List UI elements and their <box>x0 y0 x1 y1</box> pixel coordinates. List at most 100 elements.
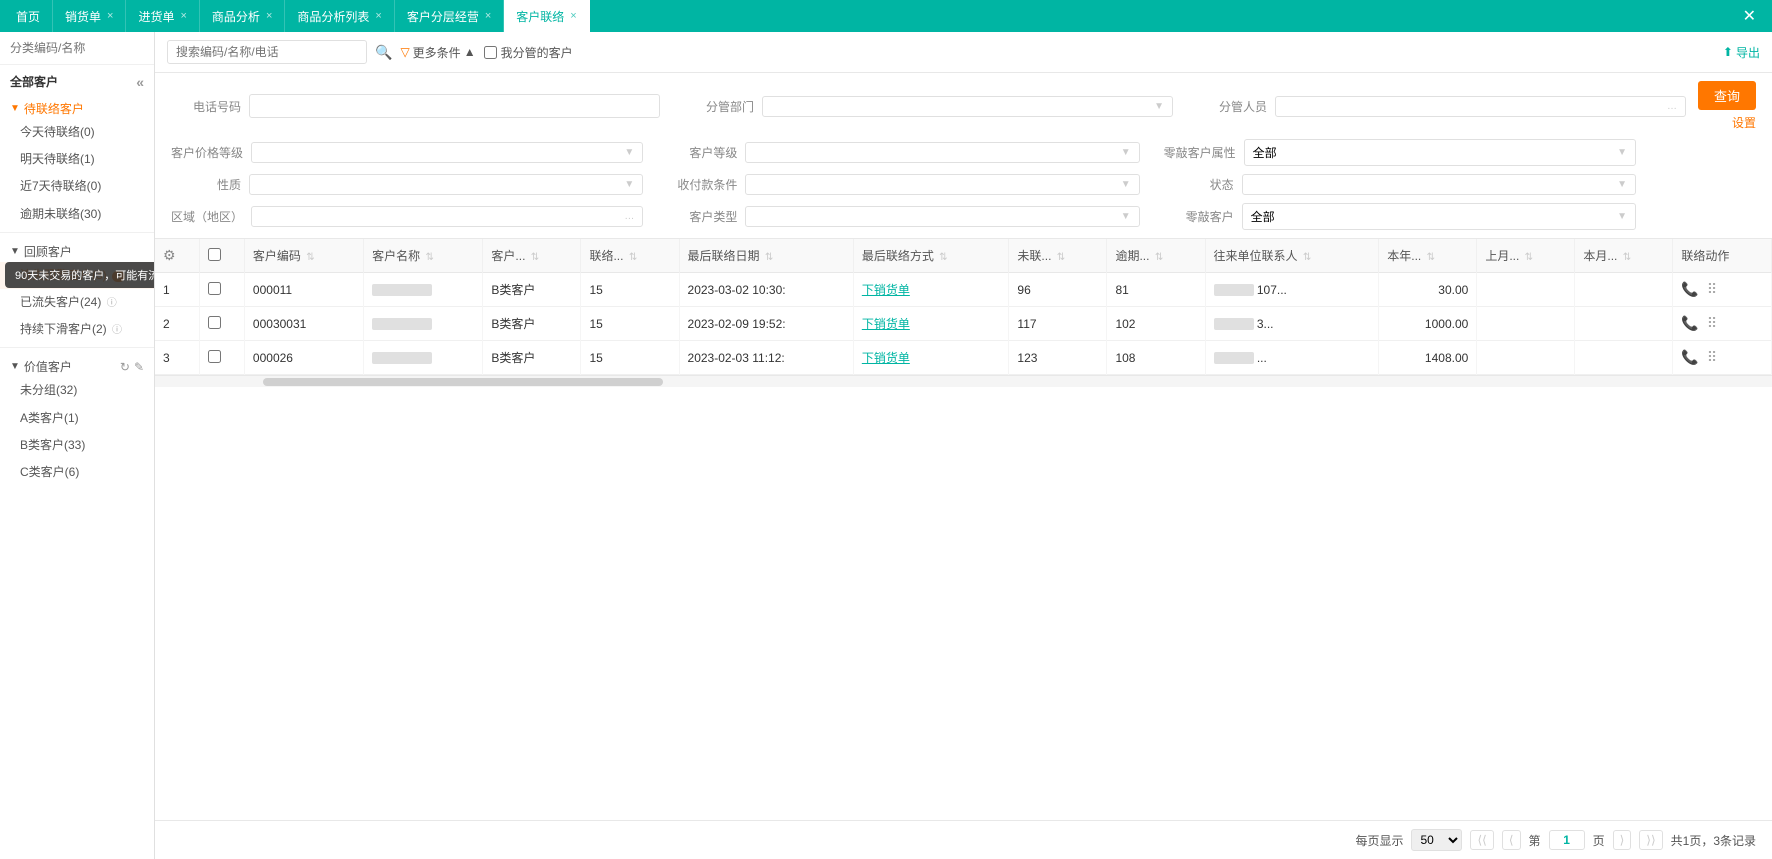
per-page-select[interactable]: 50 20 100 <box>1411 829 1462 851</box>
sidebar-item-tomorrow[interactable]: 明天待联络(1) <box>0 146 154 173</box>
close-segment-tab[interactable]: × <box>485 10 491 22</box>
close-sales-tab[interactable]: × <box>107 10 113 22</box>
sidebar-search-box: 🔍 <box>0 32 154 65</box>
nav-tab-analysis[interactable]: 商品分析 × <box>200 0 285 32</box>
row-type-2: B类客户 <box>483 307 581 341</box>
phone-label: 电话号码 <box>171 98 241 115</box>
action-phone-icon-2[interactable]: 📞 <box>1681 315 1698 332</box>
th-contact-person: 往来单位联系人 ⇅ <box>1205 239 1379 273</box>
sidebar-item-today[interactable]: 今天待联络(0) <box>0 119 154 146</box>
value-edit-icon[interactable]: ✎ <box>134 360 144 374</box>
person-select[interactable]: … <box>1275 96 1686 117</box>
row-contact-person-2: ▓▓▓ 3... <box>1205 307 1379 341</box>
sidebar-item-declining[interactable]: 持续下滑客户(2) ⓘ <box>0 316 154 343</box>
funnel-icon: ▽ <box>400 45 409 59</box>
horizontal-scrollbar[interactable] <box>155 375 1772 387</box>
actions-group-3: 📞 ⠿ <box>1681 349 1763 366</box>
action-menu-icon-2[interactable]: ⠿ <box>1707 315 1717 332</box>
close-analysis-tab[interactable]: × <box>266 10 272 22</box>
dept-label: 分管部门 <box>684 98 754 115</box>
sidebar-item-churned[interactable]: 已流失客户(24) ⓘ <box>0 289 154 316</box>
value-refresh-icon[interactable]: ↻ <box>120 360 130 374</box>
sidebar-item-ungroup[interactable]: 未分组(32) <box>0 377 154 404</box>
nav-tab-customer-contact[interactable]: 客户联络 × <box>504 0 589 32</box>
export-button[interactable]: ⬆ 导出 <box>1723 44 1760 61</box>
filter-row-2: 客户价格等级 ▼ 客户等级 ▼ 零敲客户属性 <box>171 139 1756 166</box>
row-overdue-1: 81 <box>1107 273 1205 307</box>
last-method-sort-icon: ⇅ <box>939 252 947 263</box>
sidebar-item-a-class[interactable]: A类客户(1) <box>0 405 154 432</box>
row-name-2: ▓▓▓ <box>364 307 483 341</box>
row-last-method-2[interactable]: 下销货单 <box>853 307 1009 341</box>
page-label: 第 <box>1529 832 1541 849</box>
payment-chevron: ▼ <box>1121 179 1131 190</box>
row-checkbox-1[interactable] <box>208 282 221 295</box>
zero-attr-select[interactable]: 全部 ▼ <box>1244 139 1636 166</box>
my-customers-checkbox-label[interactable]: 我分管的客户 <box>484 44 573 61</box>
dept-select[interactable]: ▼ <box>762 96 1173 117</box>
filter-search-button[interactable]: 🔍 <box>375 44 392 61</box>
sidebar-item-7days[interactable]: 近7天待联络(0) <box>0 173 154 200</box>
dept-field: 分管部门 ▼ <box>684 96 1173 117</box>
next-page-button[interactable]: ⟩ <box>1613 830 1632 850</box>
payment-select[interactable]: ▼ <box>745 174 1139 195</box>
price-level-select[interactable]: ▼ <box>251 142 643 163</box>
nav-tab-customer-segment[interactable]: 客户分层经营 × <box>395 0 504 32</box>
sidebar-collapse-icon[interactable]: « <box>136 74 144 90</box>
sidebar-search-input[interactable] <box>10 41 155 55</box>
th-settings: ⚙ <box>155 239 199 273</box>
total-records-label: 共1页，3条记录 <box>1671 832 1756 849</box>
zero-cust-select[interactable]: 全部 ▼ <box>1242 203 1636 230</box>
action-phone-icon-3[interactable]: 📞 <box>1681 349 1698 366</box>
sidebar-item-b-class[interactable]: B类客户(33) <box>0 432 154 459</box>
table-settings-button[interactable]: ⚙ <box>163 247 176 264</box>
zero-attr-field: 零敲客户属性 全部 ▼ <box>1164 139 1636 166</box>
phone-input[interactable] <box>249 94 660 118</box>
close-purchase-tab[interactable]: × <box>180 10 186 22</box>
my-customers-checkbox[interactable] <box>484 46 497 59</box>
region-select[interactable]: … <box>251 206 643 227</box>
nav-tab-home[interactable]: 首页 <box>8 0 53 32</box>
zero-cust-label: 零敲客户 <box>1164 208 1234 225</box>
action-menu-icon-1[interactable]: ⠿ <box>1707 281 1717 298</box>
filter-row-3: 性质 ▼ 收付款条件 ▼ 状态 <box>171 174 1756 195</box>
nav-tab-analysis-list[interactable]: 商品分析列表 × <box>285 0 394 32</box>
th-checkbox <box>199 239 244 273</box>
row-actions-1: 📞 ⠿ <box>1673 273 1772 307</box>
settings-link[interactable]: 设置 <box>1732 114 1756 131</box>
row-this-year-2: 1000.00 <box>1379 307 1477 341</box>
filter-search-input[interactable] <box>167 40 367 64</box>
last-page-button[interactable]: ⟩⟩ <box>1639 830 1662 850</box>
row-checkbox-3[interactable] <box>208 350 221 363</box>
select-all-checkbox[interactable] <box>208 248 221 261</box>
row-name-1: ▓▓▓ <box>364 273 483 307</box>
declining-info-icon: ⓘ <box>112 325 122 336</box>
row-last-method-3[interactable]: 下销货单 <box>853 341 1009 375</box>
sidebar: 🔍 全部客户 « ▼ 待联络客户 今天待联络(0) 明天待联络(1) 近7天待联… <box>0 32 155 859</box>
first-page-button[interactable]: ⟨⟨ <box>1470 830 1493 850</box>
action-menu-icon-3[interactable]: ⠿ <box>1707 349 1717 366</box>
more-conditions-button[interactable]: ▽ 更多条件 ▲ <box>400 44 475 61</box>
close-analysis-list-tab[interactable]: × <box>375 10 381 22</box>
scroll-thumb[interactable] <box>263 378 663 386</box>
nav-tab-sales[interactable]: 销货单 × <box>53 0 126 32</box>
filter-panel: 电话号码 分管部门 ▼ 分管人员 … <box>155 73 1772 239</box>
row-last-method-1[interactable]: 下销货单 <box>853 273 1009 307</box>
sidebar-item-c-class[interactable]: C类客户(6) <box>0 459 154 486</box>
close-all-button[interactable]: ✕ <box>1735 6 1764 26</box>
page-number-input[interactable] <box>1549 830 1585 850</box>
phone-field: 电话号码 <box>171 94 660 118</box>
action-phone-icon-1[interactable]: 📞 <box>1681 281 1698 298</box>
row-last-month-3 <box>1477 341 1575 375</box>
query-button[interactable]: 查询 <box>1698 81 1756 110</box>
cust-level-select[interactable]: ▼ <box>745 142 1139 163</box>
gender-select[interactable]: ▼ <box>249 174 643 195</box>
row-checkbox-2[interactable] <box>208 316 221 329</box>
nav-tab-purchase[interactable]: 进货单 × <box>126 0 199 32</box>
price-level-label: 客户价格等级 <box>171 144 243 161</box>
close-contact-tab[interactable]: × <box>570 10 576 22</box>
sidebar-item-overdue[interactable]: 逾期未联络(30) <box>0 201 154 228</box>
cust-type-select[interactable]: ▼ <box>745 206 1139 227</box>
prev-page-button[interactable]: ⟨ <box>1502 830 1521 850</box>
status-select[interactable]: ▼ <box>1242 174 1636 195</box>
